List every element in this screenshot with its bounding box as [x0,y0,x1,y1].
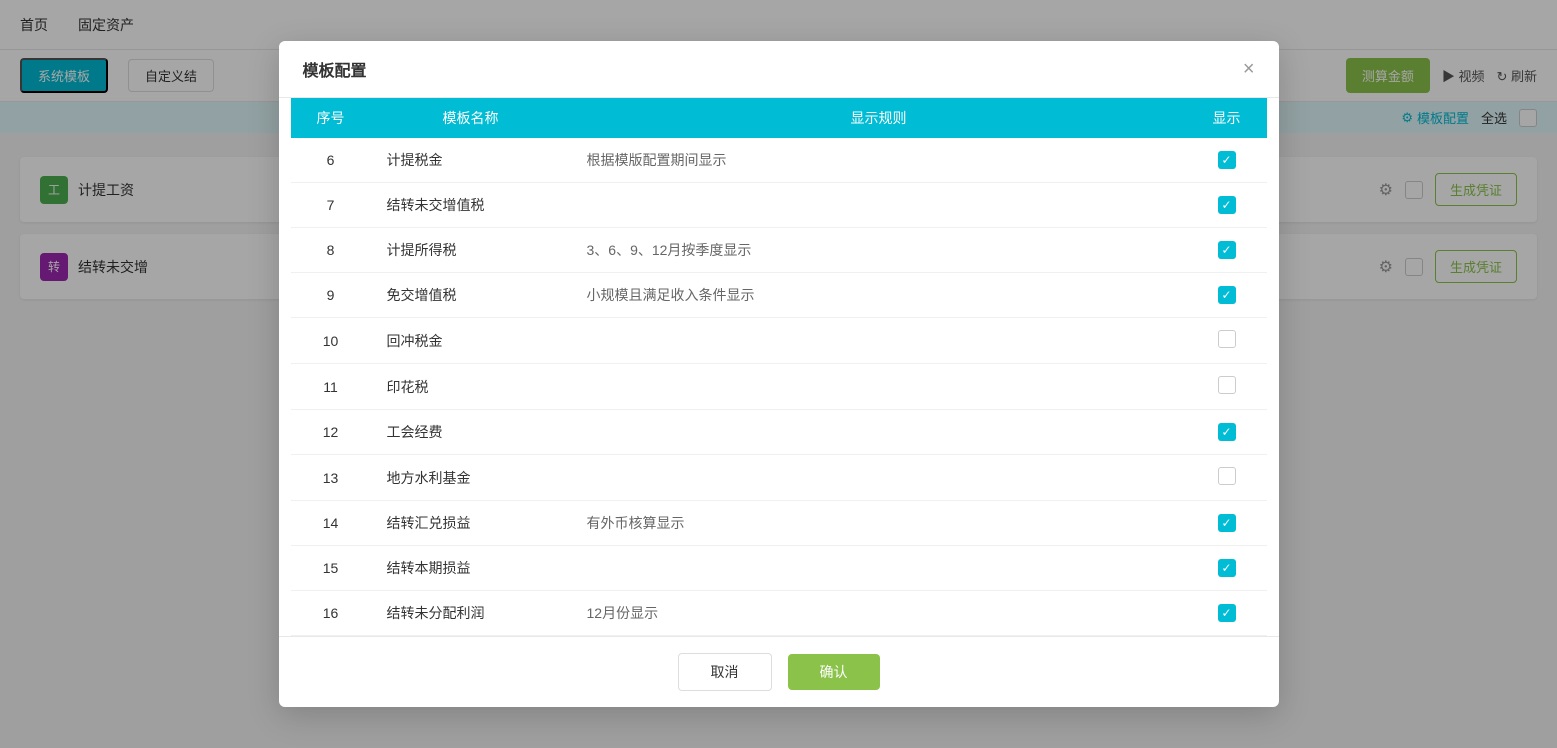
row-checkbox-10[interactable]: ✓ [1218,604,1236,622]
cell-check-7 [1187,455,1267,501]
cell-id-10: 16 [291,591,371,636]
row-checkbox-7[interactable] [1218,467,1236,485]
col-header-rule: 显示规则 [571,98,1187,138]
modal-close-button[interactable]: × [1243,59,1255,79]
modal-table-container: 序号 模板名称 显示规则 显示 6计提税金根据模版配置期间显示✓7结转未交增值税… [279,98,1279,636]
cell-rule-0: 根据模版配置期间显示 [571,138,1187,183]
table-row: 11印花税 [291,364,1267,410]
table-header-row: 序号 模板名称 显示规则 显示 [291,98,1267,138]
row-checkbox-1[interactable]: ✓ [1218,196,1236,214]
table-row: 8计提所得税3、6、9、12月按季度显示 ✓ [291,228,1267,273]
cell-check-9: ✓ [1187,546,1267,591]
row-checkbox-4[interactable] [1218,330,1236,348]
table-row: 14结转汇兑损益有外币核算显示 ✓ [291,501,1267,546]
cell-name-9: 结转本期损益 [371,546,571,591]
cell-id-1: 7 [291,183,371,228]
table-row: 12工会经费 ✓ [291,410,1267,455]
modal-overlay: 模板配置 × 序号 模板名称 显示规则 显示 6计提税金根据模版配置期间显示✓7… [0,0,1557,748]
col-header-name: 模板名称 [371,98,571,138]
cell-check-1: ✓ [1187,183,1267,228]
cell-check-0: ✓ [1187,138,1267,183]
cell-id-8: 14 [291,501,371,546]
modal-template-config: 模板配置 × 序号 模板名称 显示规则 显示 6计提税金根据模版配置期间显示✓7… [279,41,1279,707]
cell-rule-4 [571,318,1187,364]
cancel-button[interactable]: 取消 [678,653,772,691]
cell-id-6: 12 [291,410,371,455]
cell-check-10: ✓ [1187,591,1267,636]
table-row: 16结转未分配利润12月份显示 ✓ [291,591,1267,636]
row-checkbox-6[interactable]: ✓ [1218,423,1236,441]
cell-rule-8: 有外币核算显示 [571,501,1187,546]
cell-rule-10: 12月份显示 [571,591,1187,636]
config-table: 序号 模板名称 显示规则 显示 6计提税金根据模版配置期间显示✓7结转未交增值税… [291,98,1267,636]
cell-name-3: 免交增值税 [371,273,571,318]
row-checkbox-0[interactable]: ✓ [1218,151,1236,169]
row-checkbox-2[interactable]: ✓ [1218,241,1236,259]
cell-id-9: 15 [291,546,371,591]
table-row: 6计提税金根据模版配置期间显示 ✓ [291,138,1267,183]
cell-rule-6 [571,410,1187,455]
cell-name-0: 计提税金 [371,138,571,183]
cell-rule-7 [571,455,1187,501]
cell-check-8: ✓ [1187,501,1267,546]
cell-name-5: 印花税 [371,364,571,410]
cell-check-3: ✓ [1187,273,1267,318]
cell-name-4: 回冲税金 [371,318,571,364]
cell-check-2: ✓ [1187,228,1267,273]
row-checkbox-9[interactable]: ✓ [1218,559,1236,577]
table-row: 9免交增值税小规模且满足收入条件显示 ✓ [291,273,1267,318]
cell-id-4: 10 [291,318,371,364]
cell-id-0: 6 [291,138,371,183]
cell-check-6: ✓ [1187,410,1267,455]
col-header-id: 序号 [291,98,371,138]
row-checkbox-5[interactable] [1218,376,1236,394]
modal-title: 模板配置 [303,57,367,81]
cell-rule-9 [571,546,1187,591]
cell-name-7: 地方水利基金 [371,455,571,501]
cell-rule-2: 3、6、9、12月按季度显示 [571,228,1187,273]
cell-name-6: 工会经费 [371,410,571,455]
cell-check-5 [1187,364,1267,410]
table-row: 10回冲税金 [291,318,1267,364]
row-checkbox-3[interactable]: ✓ [1218,286,1236,304]
row-checkbox-8[interactable]: ✓ [1218,514,1236,532]
cell-rule-5 [571,364,1187,410]
cell-id-5: 11 [291,364,371,410]
cell-name-8: 结转汇兑损益 [371,501,571,546]
table-row: 15结转本期损益 ✓ [291,546,1267,591]
cell-name-2: 计提所得税 [371,228,571,273]
confirm-button[interactable]: 确认 [788,654,880,690]
cell-id-7: 13 [291,455,371,501]
modal-footer: 取消 确认 [279,636,1279,707]
cell-name-10: 结转未分配利润 [371,591,571,636]
col-header-display: 显示 [1187,98,1267,138]
modal-header: 模板配置 × [279,41,1279,98]
cell-check-4 [1187,318,1267,364]
cell-id-3: 9 [291,273,371,318]
cell-name-1: 结转未交增值税 [371,183,571,228]
table-row: 7结转未交增值税 ✓ [291,183,1267,228]
cell-id-2: 8 [291,228,371,273]
table-row: 13地方水利基金 [291,455,1267,501]
cell-rule-1 [571,183,1187,228]
cell-rule-3: 小规模且满足收入条件显示 [571,273,1187,318]
